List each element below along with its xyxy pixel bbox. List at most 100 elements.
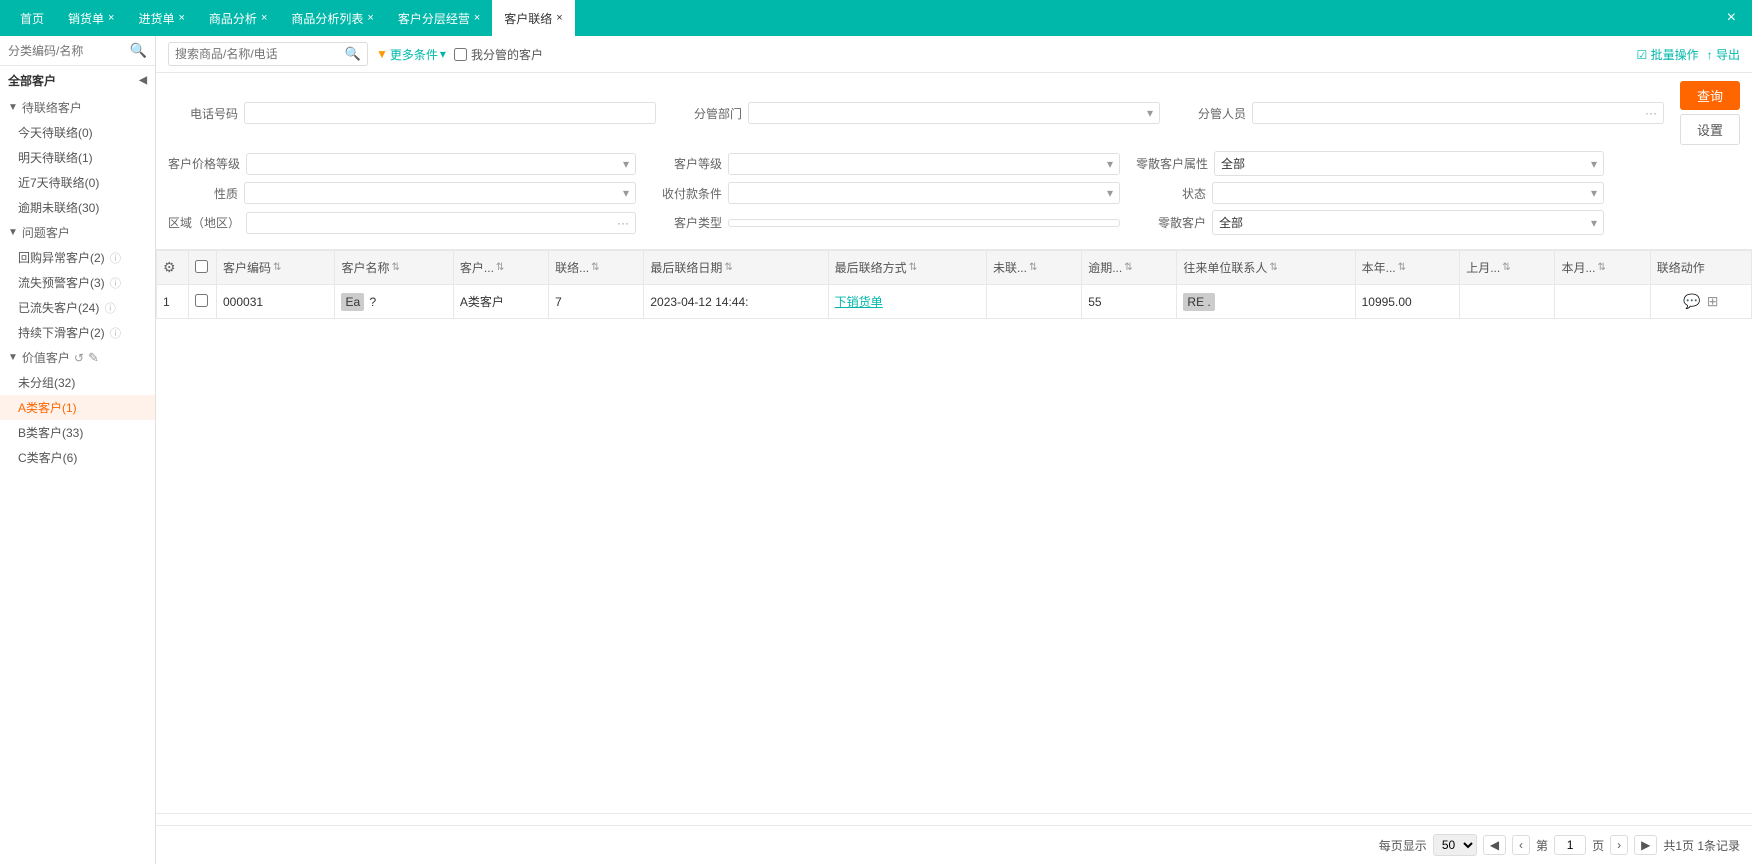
page-number-input[interactable] bbox=[1554, 835, 1586, 855]
nav-close-purchase[interactable]: × bbox=[178, 12, 184, 24]
sidebar-item-declining[interactable]: 持续下滑客户(2) ⓘ bbox=[0, 320, 155, 345]
sidebar-item-ungrouped[interactable]: 未分组(32) bbox=[0, 370, 155, 395]
sidebar-item-overdue[interactable]: 逾期未联络(30) bbox=[0, 195, 155, 220]
customer-type-select[interactable] bbox=[728, 219, 1120, 227]
data-table-container: ⚙ 客户编码 ⇅ 客户名称 bbox=[156, 250, 1752, 813]
my-customers-checkbox[interactable] bbox=[454, 48, 467, 61]
payment-select[interactable]: ▾ bbox=[728, 182, 1120, 204]
row-checkbox[interactable] bbox=[195, 294, 208, 307]
sidebar-item-tomorrow[interactable]: 明天待联络(1) bbox=[0, 145, 155, 170]
sidebar-group-value[interactable]: ▼ 价值客户 ↺ ✎ bbox=[0, 345, 155, 370]
sort-last-date[interactable]: ⇅ bbox=[724, 262, 732, 273]
retail-attr-select[interactable]: 全部 ▾ bbox=[1214, 151, 1604, 176]
action-qr-icon[interactable]: ⊞ bbox=[1707, 293, 1719, 310]
region-select[interactable]: ··· bbox=[246, 212, 636, 234]
sort-this-month[interactable]: ⇅ bbox=[1597, 262, 1605, 273]
sidebar-group-pending[interactable]: ▼ 待联络客户 bbox=[0, 95, 155, 120]
next-page-btn[interactable]: › bbox=[1610, 835, 1628, 855]
contact-person-avatar: RE . bbox=[1183, 293, 1214, 311]
row-overdue: 55 bbox=[1082, 285, 1177, 319]
action-message-icon[interactable]: 💬 bbox=[1683, 293, 1700, 310]
export-btn[interactable]: ↑ 导出 bbox=[1707, 46, 1740, 63]
filter-phone: 电话号码 bbox=[168, 102, 656, 124]
sidebar: 🔍 全部客户 ◀ ▼ 待联络客户 今天待联络(0) 明天待联络(1) 近7天待联… bbox=[0, 36, 156, 864]
nav-purchase[interactable]: 进货单 × bbox=[126, 0, 196, 36]
nature-select[interactable]: ▾ bbox=[244, 182, 636, 204]
phone-input[interactable] bbox=[244, 102, 656, 124]
nav-close-product-analysis-list[interactable]: × bbox=[367, 12, 373, 24]
sidebar-group-problem[interactable]: ▼ 问题客户 bbox=[0, 220, 155, 245]
sidebar-item-churned[interactable]: 已流失客户(24) ⓘ bbox=[0, 295, 155, 320]
horizontal-scrollbar[interactable] bbox=[156, 813, 1752, 825]
nav-close-product-analysis[interactable]: × bbox=[261, 12, 267, 24]
sort-this-year[interactable]: ⇅ bbox=[1398, 262, 1406, 273]
nav-customer-segment[interactable]: 客户分层经营 × bbox=[386, 0, 492, 36]
settings-btn[interactable]: 设置 bbox=[1680, 114, 1740, 145]
prev-page-btn[interactable]: ‹ bbox=[1512, 835, 1530, 855]
retail-customer-select[interactable]: 全部 ▾ bbox=[1212, 210, 1604, 235]
sidebar-search-icon[interactable]: 🔍 bbox=[130, 42, 147, 59]
query-btn[interactable]: 查询 bbox=[1680, 81, 1740, 110]
payment-arrow: ▾ bbox=[1107, 186, 1113, 200]
sidebar-item-repurchase-abnormal[interactable]: 回购异常客户(2) ⓘ bbox=[0, 245, 155, 270]
select-all-checkbox[interactable] bbox=[195, 260, 208, 273]
batch-ops-btn[interactable]: ☑ 批量操作 bbox=[1637, 46, 1699, 63]
status-select[interactable]: ▾ bbox=[1212, 182, 1604, 204]
sort-last-method[interactable]: ⇅ bbox=[909, 262, 917, 273]
sidebar-item-a-class[interactable]: A类客户(1) bbox=[0, 395, 155, 420]
sidebar-item-c-class[interactable]: C类客户(6) bbox=[0, 445, 155, 470]
row-index: 1 bbox=[157, 285, 189, 319]
first-page-btn[interactable]: ◀ bbox=[1483, 835, 1506, 855]
sort-customer-type[interactable]: ⇅ bbox=[496, 262, 504, 273]
dept-select[interactable]: ▾ bbox=[748, 102, 1160, 124]
sidebar-item-7days[interactable]: 近7天待联络(0) bbox=[0, 170, 155, 195]
table-gear-icon[interactable]: ⚙ bbox=[163, 259, 176, 275]
more-filters-btn[interactable]: ▼ 更多条件 ▾ bbox=[376, 46, 446, 63]
nav-product-analysis[interactable]: 商品分析 × bbox=[197, 0, 279, 36]
nav-close-customer-contact[interactable]: × bbox=[556, 12, 562, 24]
price-level-select[interactable]: ▾ bbox=[246, 153, 636, 175]
edit-value-icon[interactable]: ✎ bbox=[88, 350, 99, 366]
sidebar-all-customers[interactable]: 全部客户 ◀ bbox=[0, 66, 155, 95]
checkbox-icon: ☑ bbox=[1637, 48, 1648, 62]
sort-not-contacted[interactable]: ⇅ bbox=[1029, 262, 1037, 273]
page-size-select[interactable]: 50 bbox=[1433, 834, 1477, 856]
customer-level-select[interactable]: ▾ bbox=[728, 153, 1120, 175]
sidebar-item-b-class[interactable]: B类客户(33) bbox=[0, 420, 155, 445]
close-all-tabs[interactable]: × bbox=[1719, 9, 1744, 27]
person-dots: ··· bbox=[1645, 106, 1657, 120]
sidebar-item-churn-warning[interactable]: 流失预警客户(3) ⓘ bbox=[0, 270, 155, 295]
nav-home[interactable]: 首页 bbox=[8, 0, 56, 36]
person-label: 分管人员 bbox=[1176, 105, 1246, 122]
sidebar-item-today[interactable]: 今天待联络(0) bbox=[0, 120, 155, 145]
filter-payment: 收付款条件 ▾ bbox=[652, 182, 1120, 204]
refresh-icon[interactable]: ↺ bbox=[74, 351, 84, 365]
last-method-link[interactable]: 下销货单 bbox=[835, 295, 883, 309]
top-nav: 首页 销货单 × 进货单 × 商品分析 × 商品分析列表 × 客户分层经营 × … bbox=[0, 0, 1752, 36]
row-this-year: 10995.00 bbox=[1355, 285, 1460, 319]
sort-name[interactable]: ⇅ bbox=[391, 262, 399, 273]
filter-search-icon[interactable]: 🔍 bbox=[345, 46, 361, 62]
nav-sales[interactable]: 销货单 × bbox=[56, 0, 126, 36]
sort-last-month[interactable]: ⇅ bbox=[1502, 262, 1510, 273]
filter-search-input[interactable] bbox=[175, 47, 345, 61]
nav-product-analysis-list[interactable]: 商品分析列表 × bbox=[279, 0, 385, 36]
sort-overdue[interactable]: ⇅ bbox=[1124, 262, 1132, 273]
person-select[interactable]: ··· bbox=[1252, 102, 1664, 124]
sidebar-collapse-icon[interactable]: ◀ bbox=[139, 75, 147, 86]
nav-close-customer-segment[interactable]: × bbox=[474, 12, 480, 24]
nav-customer-contact[interactable]: 客户联络 × bbox=[492, 0, 574, 36]
page-word: 第 bbox=[1536, 837, 1548, 854]
filter-customer-level: 客户等级 ▾ bbox=[652, 153, 1120, 175]
nature-label: 性质 bbox=[168, 185, 238, 202]
sort-contact-person[interactable]: ⇅ bbox=[1269, 262, 1277, 273]
sidebar-search-area: 🔍 bbox=[0, 36, 155, 66]
sort-contact-count[interactable]: ⇅ bbox=[591, 262, 599, 273]
page-suffix: 页 bbox=[1592, 837, 1604, 854]
row-action-cell: 💬 ⊞ bbox=[1650, 285, 1751, 319]
row-this-month bbox=[1555, 285, 1650, 319]
last-page-btn[interactable]: ▶ bbox=[1634, 835, 1657, 855]
nav-close-sales[interactable]: × bbox=[108, 12, 114, 24]
sort-code[interactable]: ⇅ bbox=[273, 262, 281, 273]
sidebar-search-input[interactable] bbox=[8, 44, 130, 58]
